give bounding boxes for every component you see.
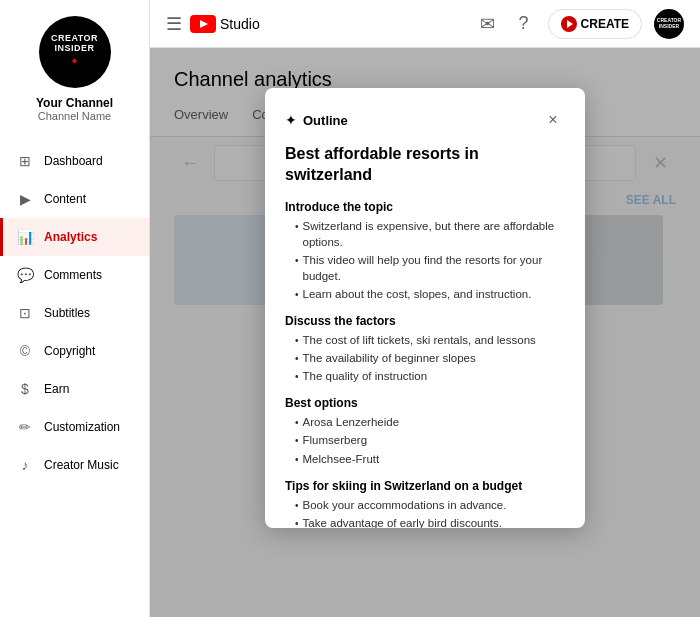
youtube-logo-icon xyxy=(190,15,216,33)
section-item-0-0: •Switzerland is expensive, but there are… xyxy=(295,218,565,250)
subtitles-icon: ⊡ xyxy=(16,304,34,322)
modal-close-button[interactable]: × xyxy=(541,108,565,132)
sidebar-item-dashboard[interactable]: ⊞ Dashboard xyxy=(0,142,149,180)
analytics-icon: 📊 xyxy=(16,228,34,246)
copyright-icon: © xyxy=(16,342,34,360)
sidebar-item-creator-music[interactable]: ♪ Creator Music xyxy=(0,446,149,484)
content-icon: ▶ xyxy=(16,190,34,208)
sidebar-item-label: Analytics xyxy=(44,230,97,244)
sidebar-item-label: Comments xyxy=(44,268,102,282)
section-item-2-1: •Flumserberg xyxy=(295,432,565,448)
modal: ✦ Outline × Best affordable resorts in s… xyxy=(265,88,585,528)
section-item-2-0: •Arosa Lenzerheide xyxy=(295,414,565,430)
outline-icon: ✦ xyxy=(285,112,297,128)
hamburger-icon[interactable]: ☰ xyxy=(166,13,182,35)
modal-header: ✦ Outline × xyxy=(285,108,565,132)
svg-marker-2 xyxy=(567,20,573,28)
creator-insider-badge[interactable]: CREATORINSIDER xyxy=(654,9,684,39)
modal-title-row: ✦ Outline xyxy=(285,112,348,128)
section-title-2: Best options xyxy=(285,396,565,410)
section-item-3-0: •Book your accommodations in advance. xyxy=(295,497,565,513)
channel-subname: Channel Name xyxy=(38,110,111,122)
modal-overlay: ✦ Outline × Best affordable resorts in s… xyxy=(150,48,700,617)
creator-music-icon: ♪ xyxy=(16,456,34,474)
channel-name: Your Channel xyxy=(36,96,113,110)
sidebar-item-label: Earn xyxy=(44,382,69,396)
section-item-1-1: •The availability of beginner slopes xyxy=(295,350,565,366)
sidebar-item-label: Customization xyxy=(44,420,120,434)
section-item-3-1: •Take advantage of early bird discounts. xyxy=(295,515,565,528)
modal-tag: Outline xyxy=(303,113,348,128)
sidebar-item-label: Copyright xyxy=(44,344,95,358)
sidebar-item-subtitles[interactable]: ⊡ Subtitles xyxy=(0,294,149,332)
section-title-1: Discuss the factors xyxy=(285,314,565,328)
sidebar-item-comments[interactable]: 💬 Comments xyxy=(0,256,149,294)
section-item-0-2: •Learn about the cost, slopes, and instr… xyxy=(295,286,565,302)
topbar-left: ☰ Studio xyxy=(166,13,260,35)
sidebar-item-label: Creator Music xyxy=(44,458,119,472)
sidebar-item-customization[interactable]: ✏ Customization xyxy=(0,408,149,446)
yt-studio-logo: Studio xyxy=(190,15,260,33)
comments-icon: 💬 xyxy=(16,266,34,284)
sidebar-item-earn[interactable]: $ Earn xyxy=(0,370,149,408)
sidebar-item-label: Subtitles xyxy=(44,306,90,320)
customization-icon: ✏ xyxy=(16,418,34,436)
sidebar-item-copyright[interactable]: © Copyright xyxy=(0,332,149,370)
sidebar-item-analytics[interactable]: 📊 Analytics xyxy=(0,218,149,256)
help-icon[interactable]: ? xyxy=(512,12,536,36)
sidebar: CREATOR INSIDER • Your Channel Channel N… xyxy=(0,0,150,617)
section-item-0-1: •This video will help you find the resor… xyxy=(295,252,565,284)
sidebar-item-label: Content xyxy=(44,192,86,206)
earn-icon: $ xyxy=(16,380,34,398)
modal-heading: Best affordable resorts in switzerland xyxy=(285,144,565,186)
main-area: ☰ Studio ✉ ? CREATE CREATORINSIDER xyxy=(150,0,700,617)
sidebar-nav: ⊞ Dashboard ▶ Content 📊 Analytics 💬 Comm… xyxy=(0,142,149,484)
avatar-dot: • xyxy=(72,54,77,69)
section-item-1-2: •The quality of instruction xyxy=(295,368,565,384)
content-area: Channel analytics Overview Content Audie… xyxy=(150,48,700,617)
topbar: ☰ Studio ✉ ? CREATE CREATORINSIDER xyxy=(150,0,700,48)
create-label: CREATE xyxy=(581,17,629,31)
sidebar-header: CREATOR INSIDER • Your Channel Channel N… xyxy=(0,0,149,134)
create-btn-icon xyxy=(561,16,577,32)
section-title-3: Tips for skiing in Switzerland on a budg… xyxy=(285,479,565,493)
studio-label: Studio xyxy=(220,16,260,32)
topbar-right: ✉ ? CREATE CREATORINSIDER xyxy=(476,9,684,39)
section-item-2-2: •Melchsee-Frutt xyxy=(295,451,565,467)
section-item-1-0: •The cost of lift tickets, ski rentals, … xyxy=(295,332,565,348)
comment-topbar-icon[interactable]: ✉ xyxy=(476,12,500,36)
sidebar-item-content[interactable]: ▶ Content xyxy=(0,180,149,218)
create-button[interactable]: CREATE xyxy=(548,9,642,39)
dashboard-icon: ⊞ xyxy=(16,152,34,170)
sidebar-item-label: Dashboard xyxy=(44,154,103,168)
avatar[interactable]: CREATOR INSIDER • xyxy=(39,16,111,88)
section-title-0: Introduce the topic xyxy=(285,200,565,214)
